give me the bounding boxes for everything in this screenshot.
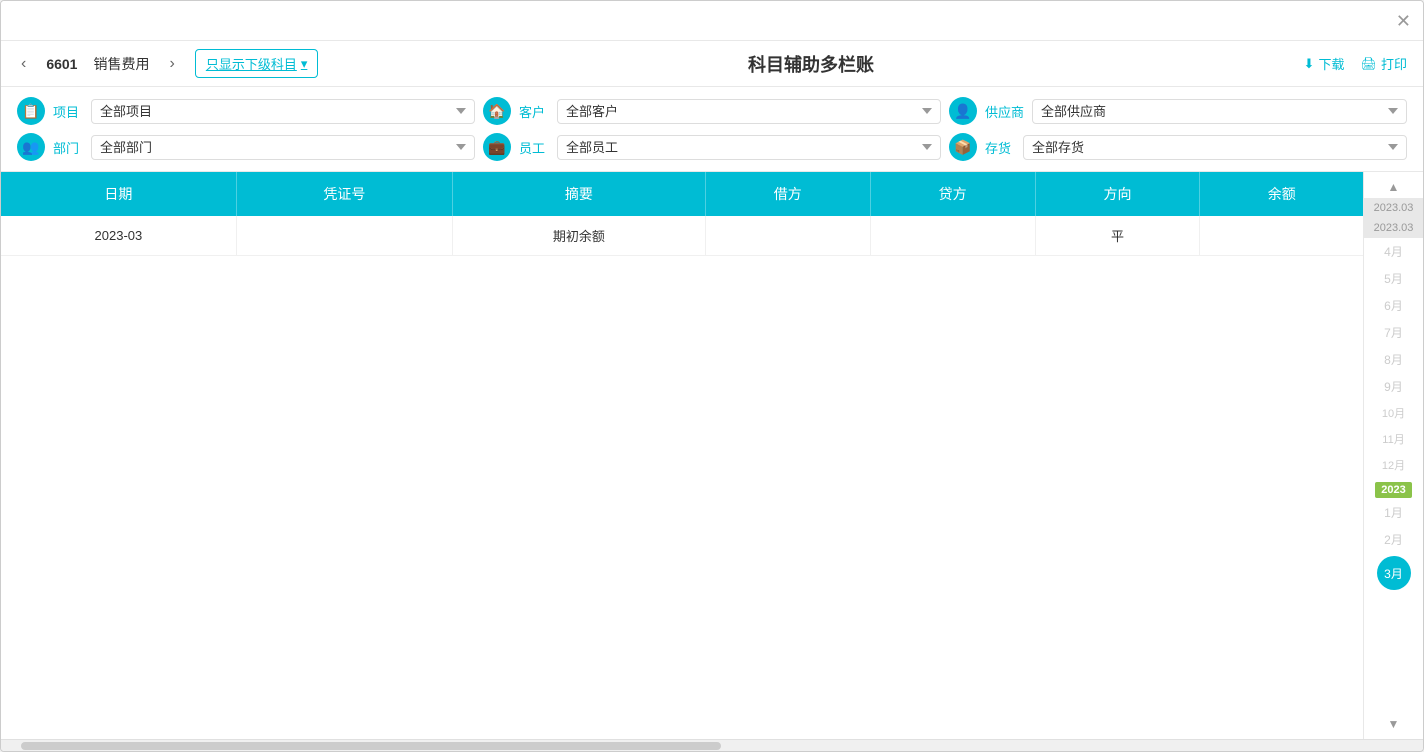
cell-credit xyxy=(870,216,1035,256)
department-select[interactable]: 全部部门 xyxy=(91,135,475,160)
side-month-1[interactable]: 1月 xyxy=(1364,499,1423,526)
print-label: 打印 xyxy=(1381,54,1407,73)
filter-supplier: 👤 供应商 全部供应商 xyxy=(949,97,1407,125)
side-up-button[interactable]: ▲ xyxy=(1364,176,1423,198)
action-buttons: ⬇ 下载 🖨 打印 xyxy=(1304,54,1407,73)
col-debit: 借方 xyxy=(705,172,870,216)
supplier-label: 供应商 xyxy=(985,102,1024,121)
side-month-7[interactable]: 7月 xyxy=(1364,319,1423,346)
table-wrapper: 日期 凭证号 摘要 借方 贷方 方向 余额 2023-03 xyxy=(1,172,1363,256)
customer-label: 客户 xyxy=(519,102,549,121)
main-table-area[interactable]: 日期 凭证号 摘要 借方 贷方 方向 余额 2023-03 xyxy=(1,172,1363,739)
close-button[interactable]: ✕ xyxy=(1396,12,1411,30)
filter-inventory: 📦 存货 全部存货 xyxy=(949,133,1407,161)
col-date: 日期 xyxy=(1,172,236,216)
year-badge-wrapper: 2023 xyxy=(1375,478,1411,499)
download-button[interactable]: ⬇ 下载 xyxy=(1304,54,1345,73)
customer-icon: 🏠 xyxy=(483,97,511,125)
employee-select[interactable]: 全部员工 xyxy=(557,135,941,160)
horizontal-scrollbar[interactable] xyxy=(1,739,1423,751)
side-month-8[interactable]: 8月 xyxy=(1364,346,1423,373)
main-window: ✕ ‹ 6601 销售费用 › 只显示下级科目 ▾ 科目辅助多栏账 ⬇ 下载 🖨… xyxy=(0,0,1424,752)
side-month-11[interactable]: 11月 xyxy=(1364,426,1423,452)
print-icon: 🖨 xyxy=(1360,56,1377,72)
cell-date: 2023-03 xyxy=(1,216,236,256)
side-month-2[interactable]: 2月 xyxy=(1364,526,1423,553)
chevron-down-icon: ▾ xyxy=(301,56,308,72)
project-label: 项目 xyxy=(53,102,83,121)
filters-panel: 📋 项目 全部项目 🏠 客户 全部客户 👤 供应商 全部供应商 👥 部门 全 xyxy=(1,87,1423,172)
content-area: 日期 凭证号 摘要 借方 贷方 方向 余额 2023-03 xyxy=(1,172,1423,739)
cell-balance xyxy=(1200,216,1363,256)
toolbar: ‹ 6601 销售费用 › 只显示下级科目 ▾ 科目辅助多栏账 ⬇ 下载 🖨 打… xyxy=(1,41,1423,87)
cell-voucher xyxy=(236,216,452,256)
filter-customer: 🏠 客户 全部客户 xyxy=(483,97,941,125)
customer-select[interactable]: 全部客户 xyxy=(557,99,941,124)
account-code: 6601 xyxy=(46,56,77,72)
cell-summary: 期初余额 xyxy=(452,216,705,256)
department-label: 部门 xyxy=(53,138,83,157)
account-name: 销售费用 xyxy=(93,54,149,74)
inventory-select[interactable]: 全部存货 xyxy=(1023,135,1407,160)
scrollbar-thumb[interactable] xyxy=(21,742,721,750)
page-title: 科目辅助多栏账 xyxy=(334,51,1287,77)
show-sub-button[interactable]: 只显示下级科目 ▾ xyxy=(195,49,319,78)
side-month-9[interactable]: 9月 xyxy=(1364,373,1423,400)
project-icon: 📋 xyxy=(17,97,45,125)
side-month-5[interactable]: 5月 xyxy=(1364,265,1423,292)
prev-account-button[interactable]: ‹ xyxy=(17,53,30,75)
print-button[interactable]: 🖨 打印 xyxy=(1360,54,1407,73)
next-account-button[interactable]: › xyxy=(165,53,178,75)
side-month-3-wrapper: 3月 xyxy=(1364,553,1423,593)
employee-icon: 💼 xyxy=(483,133,511,161)
table-header-row: 日期 凭证号 摘要 借方 贷方 方向 余额 xyxy=(1,172,1363,216)
col-credit: 贷方 xyxy=(870,172,1035,216)
side-month-6[interactable]: 6月 xyxy=(1364,292,1423,319)
inventory-label: 存货 xyxy=(985,138,1015,157)
download-label: 下载 xyxy=(1318,54,1344,73)
col-direction: 方向 xyxy=(1035,172,1200,216)
project-select[interactable]: 全部项目 xyxy=(91,99,475,124)
filter-employee: 💼 员工 全部员工 xyxy=(483,133,941,161)
side-month-12[interactable]: 12月 xyxy=(1364,452,1423,478)
side-panel: ▲ 2023.03 2023.03 4月 5月 6月 7月 8月 9月 10月 … xyxy=(1363,172,1423,739)
inventory-icon: 📦 xyxy=(949,133,977,161)
cell-debit xyxy=(705,216,870,256)
side-down-button[interactable]: ▼ xyxy=(1364,713,1423,735)
col-summary: 摘要 xyxy=(452,172,705,216)
filter-project: 📋 项目 全部项目 xyxy=(17,97,475,125)
col-balance: 余额 xyxy=(1200,172,1363,216)
side-item-2023-03-1[interactable]: 2023.03 xyxy=(1364,198,1423,218)
cell-direction: 平 xyxy=(1035,216,1200,256)
table-row: 2023-03 期初余额 平 xyxy=(1,216,1363,256)
side-item-2023-03-2[interactable]: 2023.03 xyxy=(1364,218,1423,238)
employee-label: 员工 xyxy=(519,138,549,157)
show-sub-label: 只显示下级科目 xyxy=(206,54,297,73)
supplier-select[interactable]: 全部供应商 xyxy=(1032,99,1407,124)
side-month-10[interactable]: 10月 xyxy=(1364,400,1423,426)
side-month-4[interactable]: 4月 xyxy=(1364,238,1423,265)
department-icon: 👥 xyxy=(17,133,45,161)
ledger-table: 日期 凭证号 摘要 借方 贷方 方向 余额 2023-03 xyxy=(1,172,1363,256)
title-bar: ✕ xyxy=(1,1,1423,41)
supplier-icon: 👤 xyxy=(949,97,977,125)
download-icon: ⬇ xyxy=(1304,56,1315,72)
col-voucher: 凭证号 xyxy=(236,172,452,216)
filter-department: 👥 部门 全部部门 xyxy=(17,133,475,161)
side-month-3-active[interactable]: 3月 xyxy=(1377,556,1411,590)
year-badge: 2023 xyxy=(1375,482,1411,498)
